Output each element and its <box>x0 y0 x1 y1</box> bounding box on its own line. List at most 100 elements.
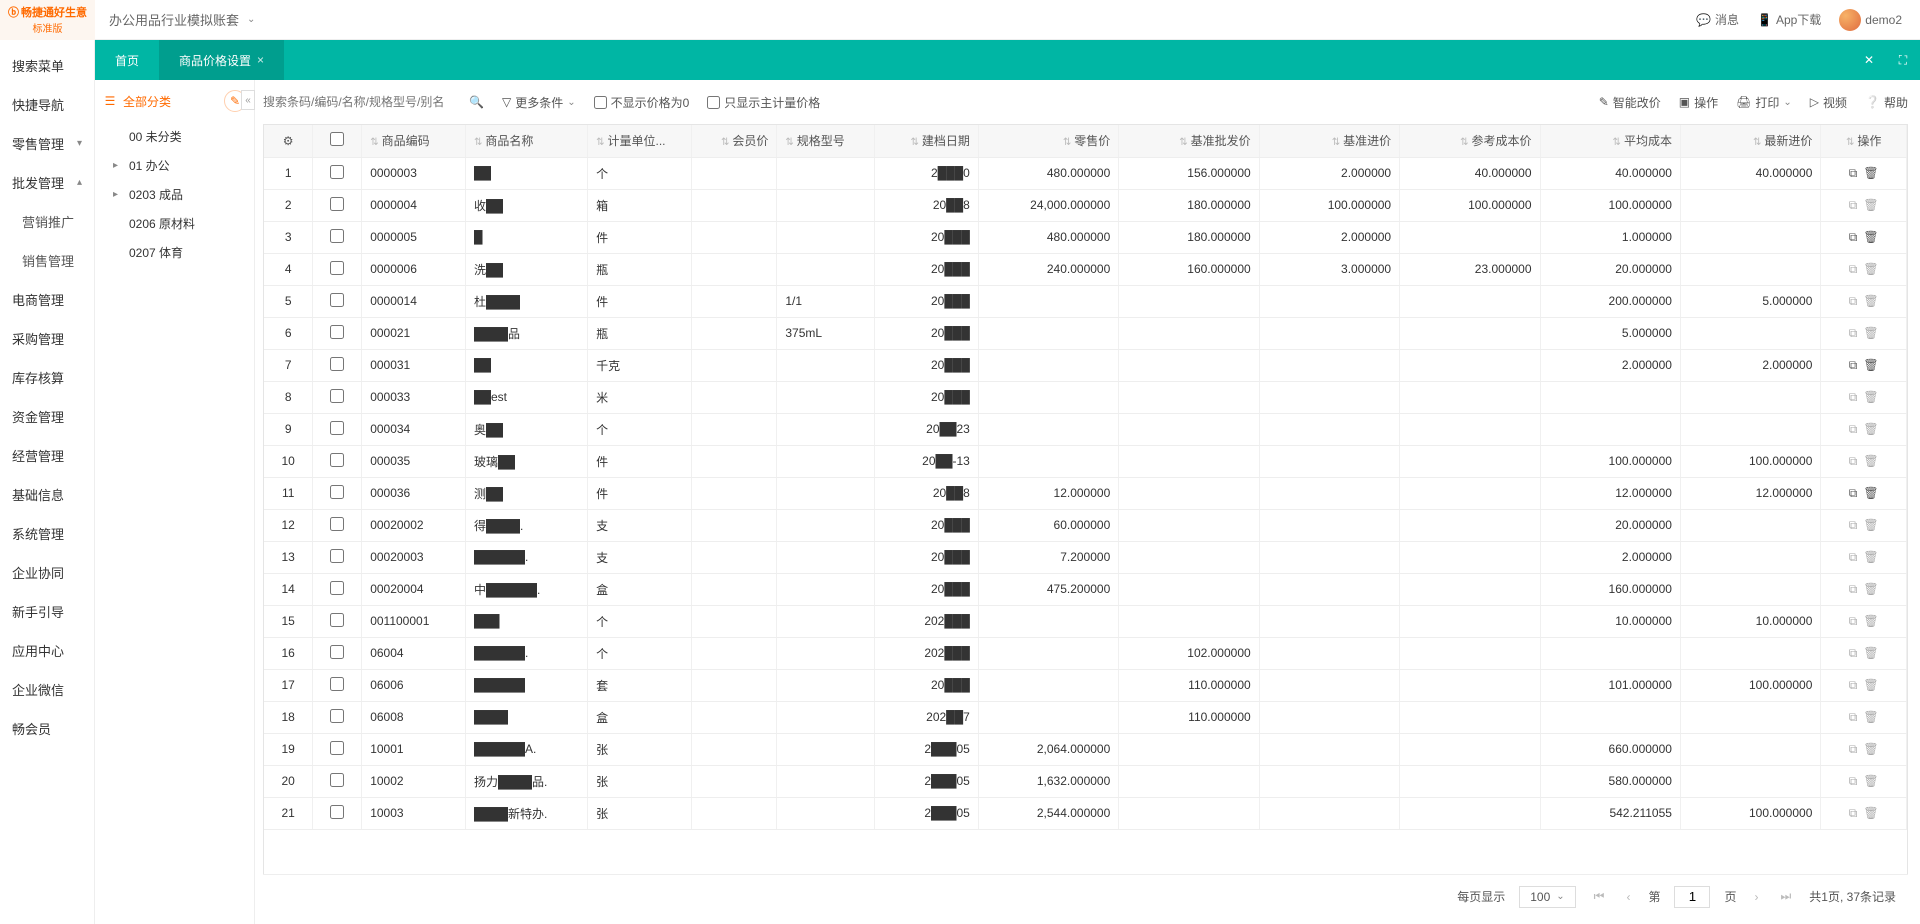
sidebar-item[interactable]: 系统管理 <box>0 514 94 553</box>
sort-icon[interactable]: ⇅ <box>1063 137 1071 148</box>
sort-icon[interactable]: ⇅ <box>1179 137 1187 148</box>
sort-icon[interactable]: ⇅ <box>785 137 793 148</box>
column-header[interactable]: ⇅计量单位... <box>588 125 692 157</box>
page-size-select[interactable]: 100⌄ <box>1519 886 1575 908</box>
video-button[interactable]: ▷视频 <box>1810 94 1847 111</box>
copy-icon[interactable]: ⧉ <box>1849 614 1858 628</box>
copy-icon[interactable]: ⧉ <box>1849 518 1858 532</box>
category-item[interactable]: 0207 体育 <box>113 238 246 267</box>
delete-icon[interactable]: 🗑 <box>1863 422 1878 436</box>
sort-icon[interactable]: ⇅ <box>1846 137 1854 148</box>
column-header[interactable]: ⇅商品编码 <box>362 125 466 157</box>
table-row[interactable]: 11000036测██件20██812.00000012.00000012.00… <box>264 477 1907 509</box>
sidebar-item[interactable]: 电商管理 <box>0 280 94 319</box>
row-checkbox[interactable] <box>330 197 344 211</box>
sort-icon[interactable]: ⇅ <box>1460 137 1468 148</box>
copy-icon[interactable]: ⧉ <box>1849 230 1858 244</box>
column-header[interactable]: ⇅商品名称 <box>465 125 587 157</box>
table-row[interactable]: 1400020004中██████.盒20███475.200000160.00… <box>264 573 1907 605</box>
sort-icon[interactable]: ⇅ <box>1613 137 1621 148</box>
copy-icon[interactable]: ⧉ <box>1849 262 1858 276</box>
row-checkbox[interactable] <box>330 677 344 691</box>
category-item[interactable]: ▸0203 成品 <box>113 180 246 209</box>
copy-icon[interactable]: ⧉ <box>1849 582 1858 596</box>
table-row[interactable]: 1806008████盒202██7110.000000⧉🗑 <box>264 701 1907 733</box>
row-checkbox[interactable] <box>330 261 344 275</box>
row-checkbox[interactable] <box>330 709 344 723</box>
page-next-button[interactable]: › <box>1750 890 1762 904</box>
column-header[interactable]: ⇅规格型号 <box>777 125 875 157</box>
delete-icon[interactable]: 🗑 <box>1863 774 1878 788</box>
delete-icon[interactable]: 🗑 <box>1863 454 1878 468</box>
row-checkbox[interactable] <box>330 549 344 563</box>
page-prev-button[interactable]: ‹ <box>1622 890 1634 904</box>
row-checkbox[interactable] <box>330 741 344 755</box>
select-all-checkbox[interactable] <box>330 132 344 146</box>
smart-price-button[interactable]: ✎智能改价 <box>1599 94 1661 111</box>
app-download-button[interactable]: 📱App下载 <box>1757 11 1821 28</box>
delete-icon[interactable]: 🗑 <box>1863 806 1878 820</box>
copy-icon[interactable]: ⧉ <box>1849 294 1858 308</box>
sort-icon[interactable]: ⇅ <box>596 137 604 148</box>
table-row[interactable]: 10000035玻璃██件20██-13100.000000100.000000… <box>264 445 1907 477</box>
search-input[interactable] <box>263 95 463 109</box>
hide-zero-checkbox[interactable]: 不显示价格为0 <box>594 94 690 111</box>
category-item[interactable]: 00 未分类 <box>113 122 246 151</box>
column-header[interactable]: ⇅平均成本 <box>1540 125 1680 157</box>
delete-icon[interactable]: 🗑 <box>1863 358 1878 372</box>
copy-icon[interactable]: ⧉ <box>1849 454 1858 468</box>
row-checkbox[interactable] <box>330 645 344 659</box>
sidebar-item[interactable]: 企业协同 <box>0 553 94 592</box>
table-row[interactable]: 1706006██████套20███110.000000101.0000001… <box>264 669 1907 701</box>
column-header[interactable]: ⇅建档日期 <box>875 125 979 157</box>
delete-icon[interactable]: 🗑 <box>1863 550 1878 564</box>
copy-icon[interactable]: ⧉ <box>1849 166 1858 180</box>
sidebar-item[interactable]: 零售管理▾ <box>0 124 94 163</box>
messages-button[interactable]: 💬消息 <box>1696 11 1739 28</box>
delete-icon[interactable]: 🗑 <box>1863 294 1878 308</box>
delete-icon[interactable]: 🗑 <box>1863 262 1878 276</box>
sort-icon[interactable]: ⇅ <box>474 137 482 148</box>
sidebar-item[interactable]: 批发管理▴ <box>0 163 94 202</box>
sidebar-item[interactable]: 应用中心 <box>0 631 94 670</box>
delete-icon[interactable]: 🗑 <box>1863 582 1878 596</box>
table-row[interactable]: 20000004收██箱20██824,000.000000180.000000… <box>264 189 1907 221</box>
sort-icon[interactable]: ⇅ <box>1753 137 1761 148</box>
table-row[interactable]: 1910001██████A.张2███052,064.000000660.00… <box>264 733 1907 765</box>
table-row[interactable]: 50000014杜████件1/120███200.0000005.000000… <box>264 285 1907 317</box>
table-row[interactable]: 8000033██est米20███⧉🗑 <box>264 381 1907 413</box>
table-row[interactable]: 9000034奥██个20██23⧉🗑 <box>264 413 1907 445</box>
sort-icon[interactable]: ⇅ <box>1332 137 1340 148</box>
search-box[interactable]: 🔍 <box>263 95 484 109</box>
collapse-panel-button[interactable]: « <box>241 90 255 110</box>
delete-icon[interactable]: 🗑 <box>1863 390 1878 404</box>
table-row[interactable]: 6000021████品瓶375mL20███5.000000⧉🗑 <box>264 317 1907 349</box>
copy-icon[interactable]: ⧉ <box>1849 806 1858 820</box>
copy-icon[interactable]: ⧉ <box>1849 710 1858 724</box>
page-last-button[interactable]: ⏭ <box>1776 889 1795 904</box>
row-checkbox[interactable] <box>330 325 344 339</box>
category-title[interactable]: 全部分类 <box>123 93 171 110</box>
row-checkbox[interactable] <box>330 581 344 595</box>
page-number-input[interactable] <box>1674 886 1710 908</box>
row-checkbox[interactable] <box>330 421 344 435</box>
row-checkbox[interactable] <box>330 229 344 243</box>
only-main-checkbox[interactable]: 只显示主计量价格 <box>707 94 820 111</box>
column-header[interactable] <box>313 125 362 157</box>
copy-icon[interactable]: ⧉ <box>1849 358 1858 372</box>
column-header[interactable]: ⚙ <box>264 125 313 157</box>
table-row[interactable]: 10000003██个2███0480.000000156.0000002.00… <box>264 157 1907 189</box>
category-item[interactable]: 0206 原材料 <box>113 209 246 238</box>
table-row[interactable]: 15001100001███个202███10.00000010.000000⧉… <box>264 605 1907 637</box>
table-row[interactable]: 2010002扬力████品.张2███051,632.000000580.00… <box>264 765 1907 797</box>
row-checkbox[interactable] <box>330 773 344 787</box>
copy-icon[interactable]: ⧉ <box>1849 390 1858 404</box>
user-menu[interactable]: demo2 <box>1839 9 1902 31</box>
sidebar-item[interactable]: 营销推广 <box>0 202 94 241</box>
copy-icon[interactable]: ⧉ <box>1849 646 1858 660</box>
workspace-selector[interactable]: 办公用品行业模拟账套 ⌄ <box>95 10 345 29</box>
close-icon[interactable]: × <box>257 53 264 67</box>
row-checkbox[interactable] <box>330 613 344 627</box>
delete-icon[interactable]: 🗑 <box>1863 614 1878 628</box>
sidebar-item[interactable]: 基础信息 <box>0 475 94 514</box>
